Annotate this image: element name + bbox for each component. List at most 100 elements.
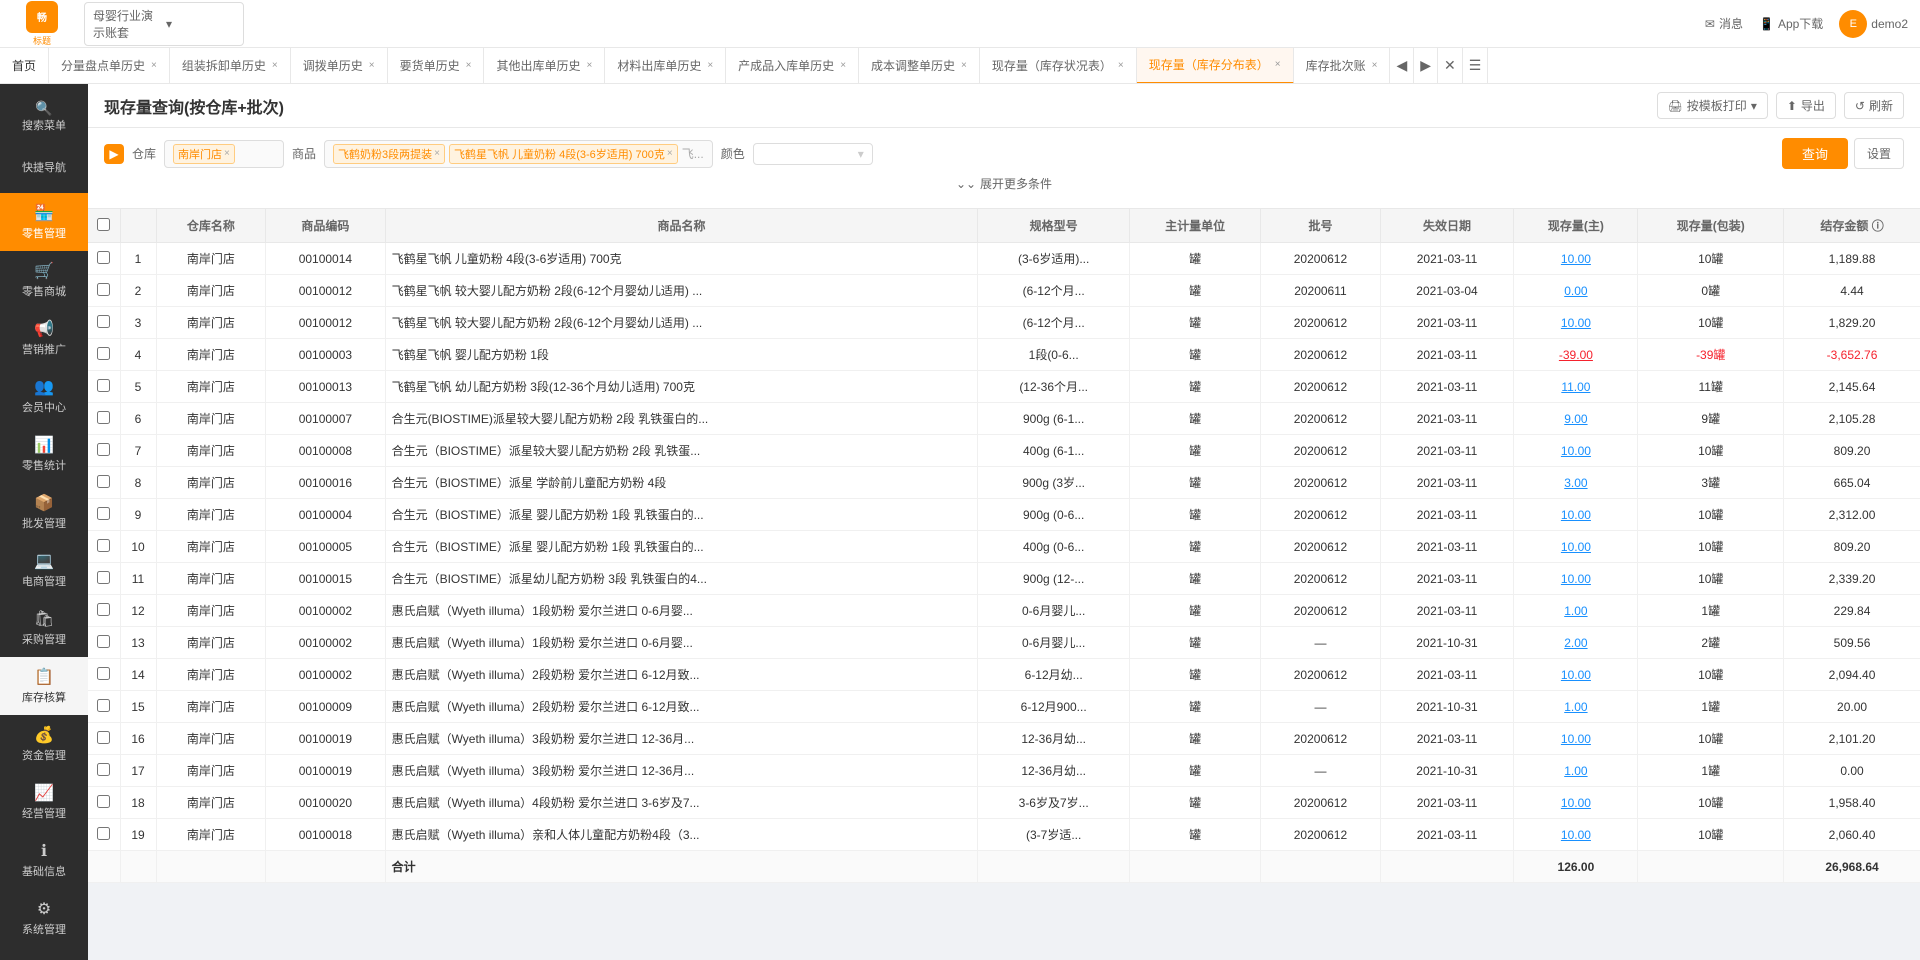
row-qty[interactable]: 10.00: [1514, 243, 1638, 275]
row-checkbox-cell[interactable]: [88, 691, 120, 723]
filter-expand-btn[interactable]: ▶: [104, 144, 124, 164]
row-checkbox-cell[interactable]: [88, 627, 120, 659]
row-checkbox[interactable]: [97, 539, 110, 552]
tab-close-icon[interactable]: ×: [707, 60, 713, 71]
warehouse-filter-group[interactable]: 南岸门店 ×: [164, 140, 284, 168]
row-checkbox-cell[interactable]: [88, 531, 120, 563]
warehouse-tag[interactable]: 南岸门店 ×: [173, 144, 235, 164]
tab-库存批次账[interactable]: 库存批次账 ×: [1294, 48, 1391, 84]
row-checkbox-cell[interactable]: [88, 467, 120, 499]
row-qty[interactable]: 1.00: [1514, 595, 1638, 627]
row-checkbox-cell[interactable]: [88, 819, 120, 851]
store-selector[interactable]: 母婴行业演示账套 ▾: [84, 2, 244, 46]
tab-close-icon[interactable]: ×: [272, 60, 278, 71]
th-checkbox[interactable]: [88, 209, 120, 243]
row-checkbox-cell[interactable]: [88, 403, 120, 435]
color-filter-input[interactable]: ▾: [753, 143, 873, 165]
row-qty[interactable]: 9.00: [1514, 403, 1638, 435]
row-checkbox[interactable]: [97, 699, 110, 712]
row-qty[interactable]: 0.00: [1514, 275, 1638, 307]
tab-现存量库存状况表[interactable]: 现存量（库存状况表） ×: [980, 48, 1137, 84]
sidebar-item-基础信息[interactable]: ℹ 基础信息: [0, 831, 88, 889]
tab-组装拆卸单历史[interactable]: 组装拆卸单历史 ×: [170, 48, 291, 84]
tab-close-icon[interactable]: ×: [466, 60, 472, 71]
row-checkbox-cell[interactable]: [88, 563, 120, 595]
row-checkbox-cell[interactable]: [88, 499, 120, 531]
sidebar-item-采购管理[interactable]: 🛍 采购管理: [0, 599, 88, 657]
sidebar-search[interactable]: 🔍 搜索菜单: [0, 92, 88, 141]
row-checkbox-cell[interactable]: [88, 307, 120, 339]
row-checkbox-cell[interactable]: [88, 275, 120, 307]
sidebar-item-营销推广[interactable]: 📢 营销推广: [0, 309, 88, 367]
tab-产成品入库单历史[interactable]: 产成品入库单历史 ×: [726, 48, 859, 84]
tab-close-icon[interactable]: ×: [961, 60, 967, 71]
sidebar-item-系统管理[interactable]: ⚙ 系统管理: [0, 889, 88, 947]
row-checkbox-cell[interactable]: [88, 339, 120, 371]
tab-close-icon[interactable]: ×: [151, 60, 157, 71]
sidebar-item-批发管理[interactable]: 📦 批发管理: [0, 483, 88, 541]
expand-more-btn[interactable]: ⌄⌄ 展开更多条件: [104, 169, 1904, 198]
tab-close-icon[interactable]: ×: [1275, 59, 1281, 70]
row-qty[interactable]: 10.00: [1514, 563, 1638, 595]
product-filter-group[interactable]: 飞鹤奶粉3段两提装 × 飞鹤星飞帆 儿童奶粉 4段(3-6岁适用) 700克 ×…: [324, 140, 713, 168]
row-checkbox-cell[interactable]: [88, 595, 120, 627]
row-checkbox[interactable]: [97, 731, 110, 744]
row-checkbox-cell[interactable]: [88, 243, 120, 275]
sidebar-item-会员中心[interactable]: 👥 会员中心: [0, 367, 88, 425]
sidebar-item-企业协同[interactable]: 🤝 企业协同: [0, 947, 88, 960]
row-checkbox-cell[interactable]: [88, 371, 120, 403]
user-profile[interactable]: E demo2: [1839, 10, 1908, 38]
tab-成本调整单历史[interactable]: 成本调整单历史 ×: [859, 48, 980, 84]
sidebar-item-资金管理[interactable]: 💰 资金管理: [0, 715, 88, 773]
tab-要货单历史[interactable]: 要货单历史 ×: [388, 48, 485, 84]
row-checkbox[interactable]: [97, 315, 110, 328]
row-checkbox[interactable]: [97, 507, 110, 520]
row-checkbox[interactable]: [97, 347, 110, 360]
query-btn[interactable]: 查询: [1782, 138, 1848, 169]
product-tag-1-close-icon[interactable]: ×: [434, 148, 440, 159]
row-checkbox-cell[interactable]: [88, 723, 120, 755]
row-qty[interactable]: 10.00: [1514, 723, 1638, 755]
print-btn[interactable]: 🖨 按模板打印 ▾: [1657, 92, 1768, 119]
tab-menu-btn[interactable]: ☰: [1463, 48, 1489, 83]
product-tag-1[interactable]: 飞鹤奶粉3段两提装 ×: [333, 144, 445, 164]
tab-调拨单历史[interactable]: 调拨单历史 ×: [291, 48, 388, 84]
row-checkbox[interactable]: [97, 283, 110, 296]
row-checkbox[interactable]: [97, 763, 110, 776]
row-checkbox[interactable]: [97, 827, 110, 840]
tab-prev-btn[interactable]: ◀: [1390, 48, 1414, 83]
tab-close-icon[interactable]: ×: [840, 60, 846, 71]
tab-close-icon[interactable]: ×: [1372, 60, 1378, 71]
row-checkbox[interactable]: [97, 251, 110, 264]
row-checkbox[interactable]: [97, 571, 110, 584]
row-checkbox[interactable]: [97, 411, 110, 424]
row-checkbox[interactable]: [97, 795, 110, 808]
tab-close-icon[interactable]: ×: [369, 60, 375, 71]
row-qty[interactable]: 10.00: [1514, 659, 1638, 691]
sidebar-item-经营管理[interactable]: 📈 经营管理: [0, 773, 88, 831]
sidebar-item-电商管理[interactable]: 💻 电商管理: [0, 541, 88, 599]
product-tag-2[interactable]: 飞鹤星飞帆 儿童奶粉 4段(3-6岁适用) 700克 ×: [449, 144, 678, 164]
row-qty[interactable]: 2.00: [1514, 627, 1638, 659]
row-checkbox[interactable]: [97, 603, 110, 616]
row-qty[interactable]: 3.00: [1514, 467, 1638, 499]
product-tag-2-close-icon[interactable]: ×: [667, 148, 673, 159]
row-qty[interactable]: 1.00: [1514, 755, 1638, 787]
tab-close-icon[interactable]: ×: [586, 60, 592, 71]
export-btn[interactable]: ⬆ 导出: [1776, 92, 1836, 119]
tab-home[interactable]: 首页: [0, 48, 49, 84]
row-qty[interactable]: -39.00: [1514, 339, 1638, 371]
app-download-btn[interactable]: 📱 App下载: [1759, 15, 1823, 32]
select-all-checkbox[interactable]: [97, 218, 110, 231]
tab-现存量库存分布表[interactable]: 现存量（库存分布表） ×: [1137, 48, 1294, 84]
sidebar-item-库存核算[interactable]: 📋 库存核算: [0, 657, 88, 715]
row-checkbox-cell[interactable]: [88, 659, 120, 691]
tab-其他出库单历史[interactable]: 其他出库单历史 ×: [484, 48, 605, 84]
tab-分量盘点单历史[interactable]: 分量盘点单历史 ×: [49, 48, 170, 84]
refresh-btn[interactable]: ↺ 刷新: [1844, 92, 1904, 119]
tab-close-all-btn[interactable]: ✕: [1438, 48, 1463, 83]
tab-close-icon[interactable]: ×: [1118, 60, 1124, 71]
row-qty[interactable]: 10.00: [1514, 307, 1638, 339]
sidebar-item-quick-nav[interactable]: 快捷导航: [0, 149, 88, 185]
row-checkbox[interactable]: [97, 667, 110, 680]
